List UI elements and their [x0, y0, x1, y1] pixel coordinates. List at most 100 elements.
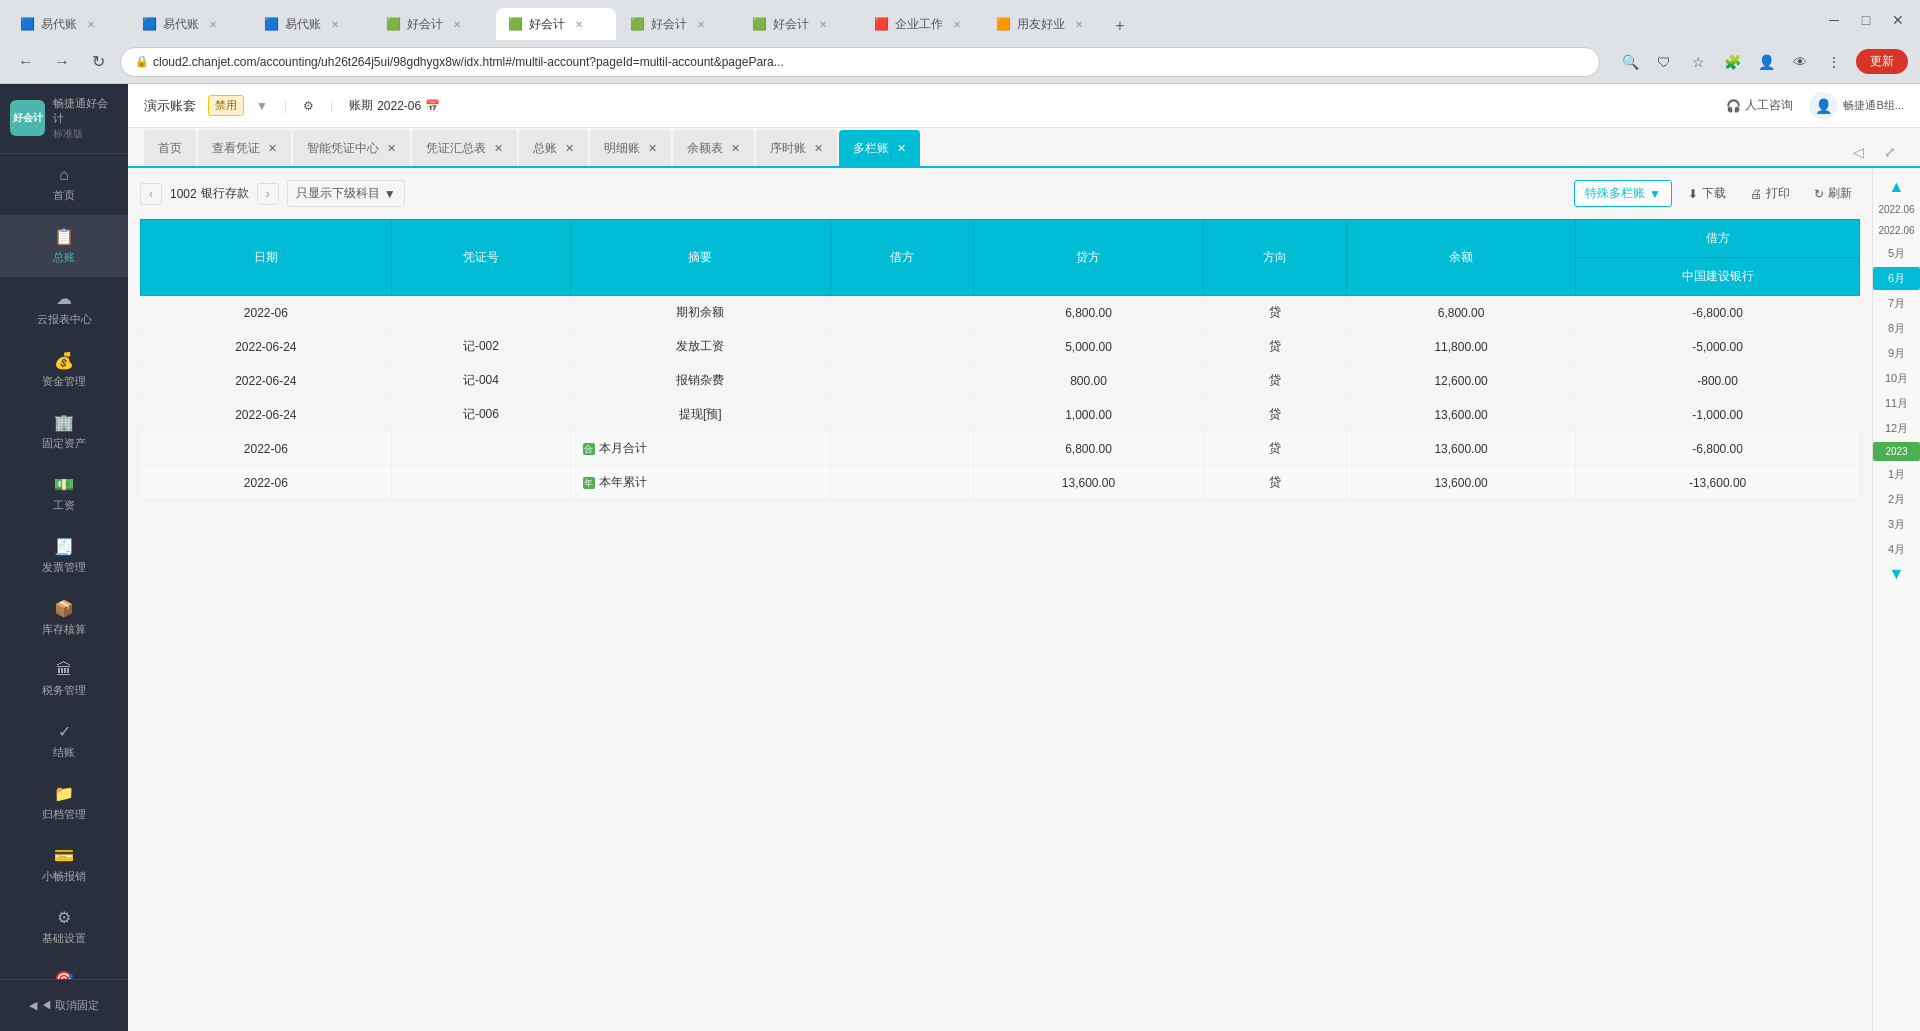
menu-icon[interactable]: ⋮ [1820, 48, 1848, 76]
tab-voucher-summary[interactable]: 凭证汇总表 ✕ [412, 130, 517, 166]
tab-balance[interactable]: 余额表 ✕ [673, 130, 754, 166]
close-button[interactable]: ✕ [1884, 6, 1912, 34]
sidebar-item-payroll[interactable]: 💵 工资 [0, 463, 128, 525]
cell-voucher-link[interactable]: 记-004 [392, 364, 571, 398]
timeline-panel: ▲ 2022.06 2022.06 5月 6月 7月 8月 9月 10月 11月… [1872, 168, 1920, 1031]
tab-close-view-voucher[interactable]: ✕ [268, 142, 277, 155]
tab-close-9[interactable]: ✕ [1075, 19, 1083, 30]
timeline-month-aug[interactable]: 8月 [1873, 317, 1920, 340]
print-button[interactable]: 🖨 打印 [1742, 181, 1798, 206]
calendar-icon[interactable]: 📅 [425, 99, 440, 113]
cell-direction: 贷 [1203, 432, 1346, 466]
shield-icon[interactable]: 🛡 [1650, 48, 1678, 76]
incognito-icon[interactable]: 👁 [1786, 48, 1814, 76]
expand-icon[interactable]: ▼ [256, 99, 268, 113]
tab-close-balance[interactable]: ✕ [731, 142, 740, 155]
settings-btn[interactable]: ⚙ [303, 99, 314, 113]
tab-close-3[interactable]: ✕ [331, 19, 339, 30]
sidebar-item-tax[interactable]: 🏛 税务管理 [0, 649, 128, 710]
tab-multicolumn[interactable]: 多栏账 ✕ [839, 130, 920, 166]
reload-button[interactable]: ↻ [84, 48, 112, 76]
browser-tab-9[interactable]: 🟧 用友好业 ✕ [984, 8, 1104, 40]
expand-icon[interactable]: ⤢ [1876, 138, 1904, 166]
prev-account-button[interactable]: ‹ [140, 183, 162, 205]
tab-close-multicolumn[interactable]: ✕ [897, 142, 906, 155]
sidebar-item-expense[interactable]: 💳 小畅报销 [0, 834, 128, 896]
timeline-month-sep[interactable]: 9月 [1873, 342, 1920, 365]
timeline-month-mar[interactable]: 3月 [1873, 513, 1920, 536]
timeline-month-may[interactable]: 5月 [1873, 242, 1920, 265]
browser-tab-6[interactable]: 🟩 好会计 ✕ [618, 8, 738, 40]
new-tab-button[interactable]: + [1106, 12, 1134, 40]
tab-general-ledger[interactable]: 总账 ✕ [519, 130, 588, 166]
tab-close-1[interactable]: ✕ [87, 19, 95, 30]
timeline-up-button[interactable]: ▲ [1889, 176, 1905, 198]
tab-close-voucher-summary[interactable]: ✕ [494, 142, 503, 155]
restore-button[interactable]: □ [1852, 6, 1880, 34]
sidebar-item-ledger[interactable]: 📋 总账 [0, 215, 128, 277]
browser-tab-8[interactable]: 🟥 企业工作 ✕ [862, 8, 982, 40]
timeline-month-dec[interactable]: 12月 [1873, 417, 1920, 440]
timeline-month-feb[interactable]: 2月 [1873, 488, 1920, 511]
browser-tab-7[interactable]: 🟩 好会计 ✕ [740, 8, 860, 40]
browser-tab-5[interactable]: 🟩 好会计 ✕ [496, 8, 616, 40]
sidebar-item-inventory[interactable]: 📦 库存核算 [0, 587, 128, 649]
sidebar-item-home[interactable]: ⌂ 首页 [0, 154, 128, 215]
tab-close-5[interactable]: ✕ [575, 19, 583, 30]
tab-smart-voucher[interactable]: 智能凭证中心 ✕ [293, 130, 410, 166]
sidebar-item-cloud[interactable]: ☁ 云报表中心 [0, 277, 128, 339]
tab-chrono[interactable]: 序时账 ✕ [756, 130, 837, 166]
tab-close-chrono[interactable]: ✕ [814, 142, 823, 155]
timeline-down-button[interactable]: ▼ [1889, 563, 1905, 585]
next-account-button[interactable]: › [257, 183, 279, 205]
timeline-month-jun[interactable]: 6月 [1873, 267, 1920, 290]
timeline-month-jan[interactable]: 1月 [1873, 463, 1920, 486]
tab-close-8[interactable]: ✕ [953, 19, 961, 30]
tab-close-2[interactable]: ✕ [209, 19, 217, 30]
update-button[interactable]: 更新 [1856, 49, 1908, 74]
browser-tab-4[interactable]: 🟩 好会计 ✕ [374, 8, 494, 40]
profile-icon[interactable]: 👤 [1752, 48, 1780, 76]
extension-icon[interactable]: 🧩 [1718, 48, 1746, 76]
sidebar-item-settings[interactable]: ⚙ 基础设置 [0, 896, 128, 958]
cell-voucher-link[interactable]: 记-006 [392, 398, 571, 432]
timeline-month-apr[interactable]: 4月 [1873, 538, 1920, 561]
sidebar-item-guide[interactable]: 🎯 新手引导 [0, 958, 128, 979]
tab-view-voucher[interactable]: 查看凭证 ✕ [198, 130, 291, 166]
sub-filter-dropdown[interactable]: 只显示下级科目 ▼ [287, 180, 405, 207]
tab-close-4[interactable]: ✕ [453, 19, 461, 30]
browser-tab-3[interactable]: 🟦 易代账 ✕ [252, 8, 372, 40]
consult-button[interactable]: 🎧 人工咨询 [1726, 97, 1793, 114]
tab-close-smart-voucher[interactable]: ✕ [387, 142, 396, 155]
cell-credit: 6,800.00 [974, 432, 1203, 466]
sidebar-item-archive[interactable]: 📁 归档管理 [0, 772, 128, 834]
timeline-month-jul[interactable]: 7月 [1873, 292, 1920, 315]
sidebar-item-invoice[interactable]: 🧾 发票管理 [0, 525, 128, 587]
tab-home[interactable]: 首页 [144, 130, 196, 166]
sidebar-item-assets[interactable]: 🏢 固定资产 [0, 401, 128, 463]
forward-button[interactable]: → [48, 48, 76, 76]
tab-close-7[interactable]: ✕ [819, 19, 827, 30]
timeline-month-oct[interactable]: 10月 [1873, 367, 1920, 390]
demo-badge[interactable]: 禁用 [208, 95, 244, 116]
tab-close-general-ledger[interactable]: ✕ [565, 142, 574, 155]
search-icon[interactable]: 🔍 [1616, 48, 1644, 76]
minimize-button[interactable]: ─ [1820, 6, 1848, 34]
refresh-button[interactable]: ↻ 刷新 [1806, 181, 1860, 206]
collapse-icon[interactable]: ◁ [1844, 138, 1872, 166]
browser-tab-1[interactable]: 🟦 易代账 ✕ [8, 8, 128, 40]
tab-detail-ledger[interactable]: 明细账 ✕ [590, 130, 671, 166]
special-multicolumn-button[interactable]: 特殊多栏账 ▼ [1574, 180, 1672, 207]
cell-voucher-link[interactable]: 记-002 [392, 330, 571, 364]
browser-tab-2[interactable]: 🟦 易代账 ✕ [130, 8, 250, 40]
timeline-month-nov[interactable]: 11月 [1873, 392, 1920, 415]
address-bar[interactable]: 🔒 cloud2.chanjet.com/accounting/uh26t264… [120, 47, 1600, 77]
sidebar-item-closeout[interactable]: ✓ 结账 [0, 710, 128, 772]
tab-close-detail-ledger[interactable]: ✕ [648, 142, 657, 155]
unfix-button[interactable]: ◀ ◀ 取消固定 [8, 990, 120, 1021]
sidebar-item-funds[interactable]: 💰 资金管理 [0, 339, 128, 401]
back-button[interactable]: ← [12, 48, 40, 76]
tab-close-6[interactable]: ✕ [697, 19, 705, 30]
bookmark-icon[interactable]: ☆ [1684, 48, 1712, 76]
download-button[interactable]: ⬇ 下载 [1680, 181, 1734, 206]
